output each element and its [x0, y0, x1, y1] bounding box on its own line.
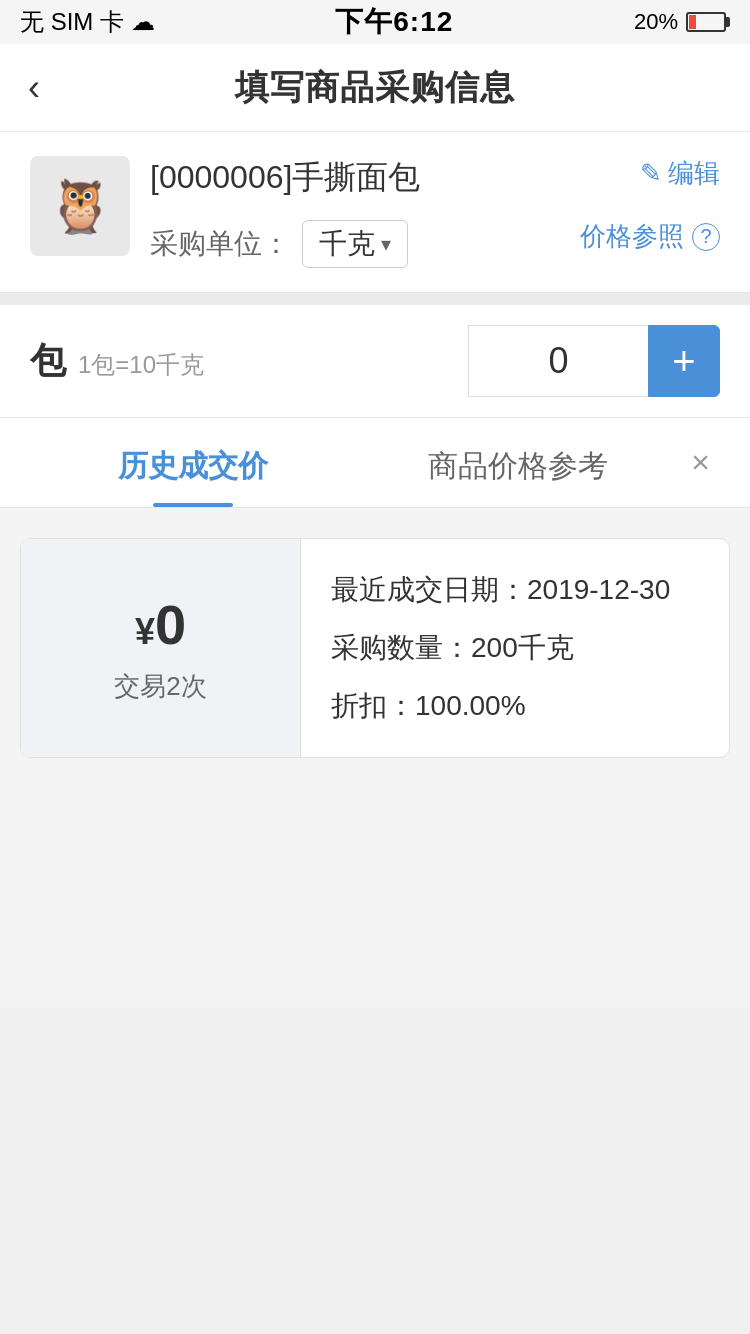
discount-value: 100.00%: [415, 690, 526, 721]
nav-bar: ‹ 填写商品采购信息: [0, 44, 750, 132]
page-title: 填写商品采购信息: [235, 65, 515, 111]
quantity-controls: 0 +: [468, 325, 720, 397]
product-logo-icon: 🦉: [48, 176, 113, 237]
product-info: [0000006]手撕面包 采购单位： 千克 ▾: [150, 156, 580, 268]
battery-icon: [686, 12, 730, 32]
network-label: 无 SIM 卡 ☁: [20, 6, 155, 38]
edit-button[interactable]: ✎ 编辑: [640, 156, 720, 191]
content-area: ¥0 交易2次 最近成交日期：2019-12-30 采购数量：200千克 折扣：…: [0, 508, 750, 1008]
tab-product-price-ref[interactable]: 商品价格参考: [356, 418, 682, 507]
status-right: 20%: [634, 9, 730, 35]
chevron-down-icon: ▾: [381, 232, 391, 256]
price-reference-button[interactable]: 价格参照 ?: [580, 219, 720, 254]
quantity-unit: 包: [30, 337, 66, 386]
battery-percent: 20%: [634, 9, 678, 35]
quantity-label: 包 1包=10千克: [30, 337, 204, 386]
quantity-input[interactable]: 0: [468, 325, 648, 397]
tab-priceref-label: 商品价格参考: [428, 449, 608, 482]
purchase-quantity-value: 200千克: [471, 632, 574, 663]
info-icon: ?: [692, 223, 720, 251]
recent-date-value: 2019-12-30: [527, 574, 670, 605]
tab-history-price[interactable]: 历史成交价: [30, 418, 356, 507]
quantity-plus-button[interactable]: +: [648, 325, 720, 397]
tab-close-button[interactable]: ×: [681, 444, 720, 481]
status-bar: 无 SIM 卡 ☁ 下午6:12 20%: [0, 0, 750, 44]
history-card: ¥0 交易2次 最近成交日期：2019-12-30 采购数量：200千克 折扣：…: [20, 538, 730, 758]
history-price: ¥0: [135, 592, 186, 657]
product-name: [0000006]手撕面包: [150, 156, 580, 200]
quantity-row: 包 1包=10千克 0 +: [0, 305, 750, 418]
price-ref-label: 价格参照: [580, 219, 684, 254]
price-value: 0: [155, 593, 186, 656]
purchase-quantity-row: 采购数量：200千克: [331, 627, 699, 669]
recent-date-row: 最近成交日期：2019-12-30: [331, 569, 699, 611]
quantity-convert: 1包=10千克: [78, 349, 204, 381]
status-time: 下午6:12: [335, 3, 453, 41]
history-card-left: ¥0 交易2次: [21, 539, 301, 757]
edit-icon: ✎: [640, 158, 662, 189]
history-card-right: 最近成交日期：2019-12-30 采购数量：200千克 折扣：100.00%: [301, 539, 729, 757]
tabs-bar: 历史成交价 商品价格参考 ×: [0, 418, 750, 508]
back-button[interactable]: ‹: [28, 67, 40, 109]
divider: [0, 293, 750, 305]
product-card: 🦉 [0000006]手撕面包 采购单位： 千克 ▾ ✎ 编辑 价格参照: [0, 132, 750, 293]
purchase-unit-label: 采购单位：: [150, 225, 290, 263]
recent-date-label: 最近成交日期：: [331, 574, 527, 605]
currency-symbol: ¥: [135, 611, 155, 652]
unit-value: 千克: [319, 225, 375, 263]
tab-underline: [153, 503, 233, 507]
discount-row: 折扣：100.00%: [331, 685, 699, 727]
unit-select[interactable]: 千克 ▾: [302, 220, 408, 268]
discount-label: 折扣：: [331, 690, 415, 721]
history-trades: 交易2次: [114, 669, 206, 704]
purchase-quantity-label: 采购数量：: [331, 632, 471, 663]
product-thumbnail: 🦉: [30, 156, 130, 256]
status-left: 无 SIM 卡 ☁: [20, 6, 155, 38]
tab-history-label: 历史成交价: [118, 449, 268, 482]
